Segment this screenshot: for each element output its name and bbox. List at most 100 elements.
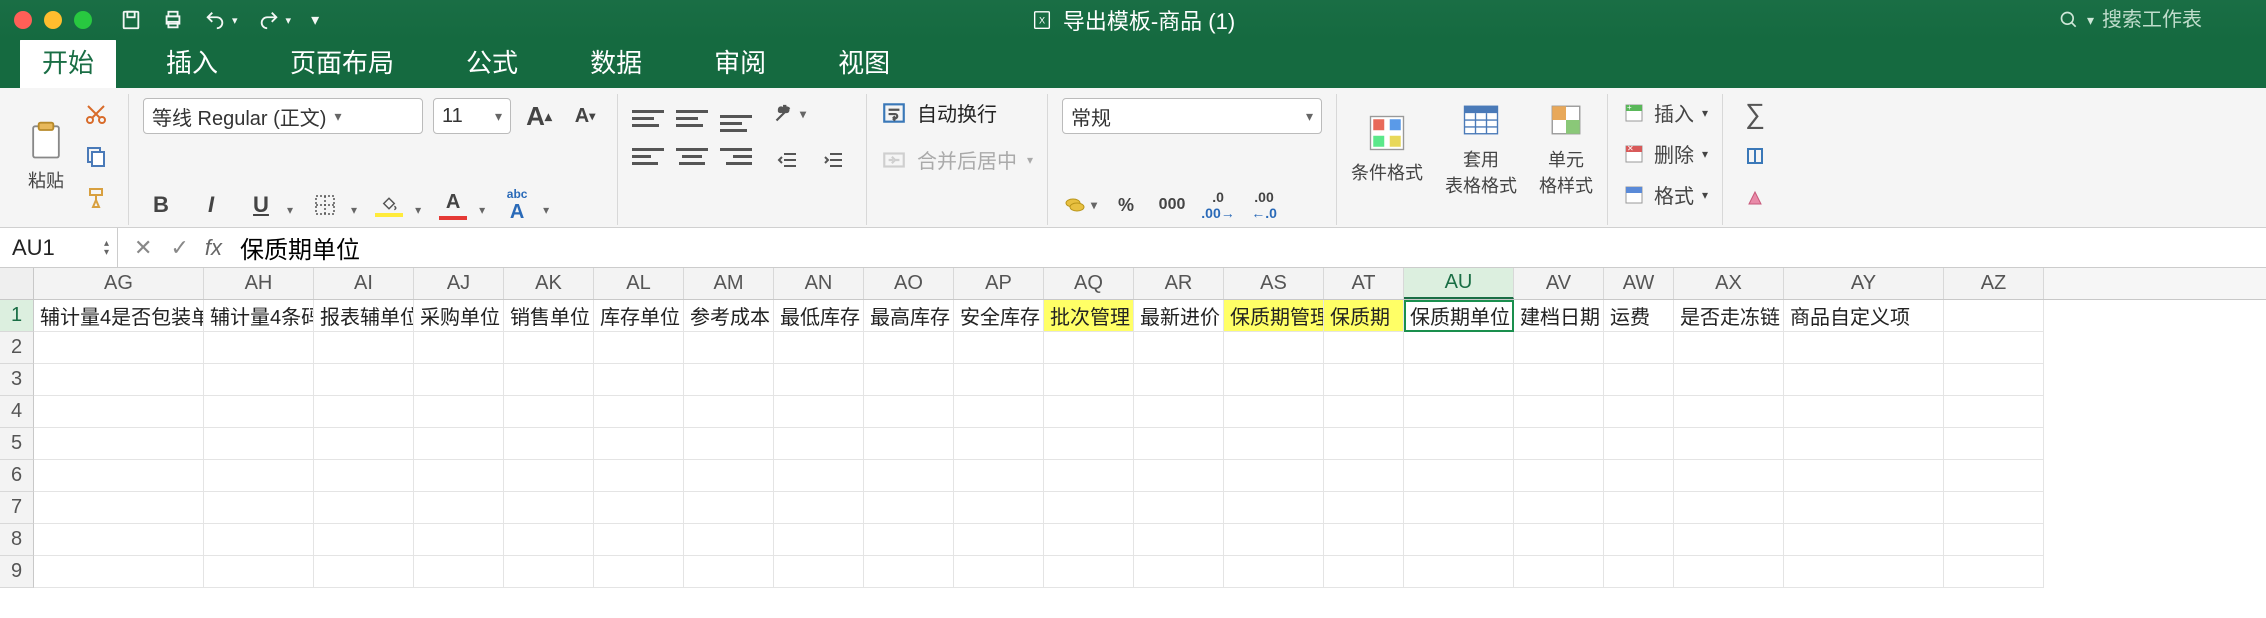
cell-AI6[interactable] [314, 460, 414, 492]
cell-AO2[interactable] [864, 332, 954, 364]
cell-AP1[interactable]: 安全库存 [954, 300, 1044, 332]
cell-AH8[interactable] [204, 524, 314, 556]
cell-AK3[interactable] [504, 364, 594, 396]
cell-AO7[interactable] [864, 492, 954, 524]
cell-AS6[interactable] [1224, 460, 1324, 492]
cell-AW8[interactable] [1604, 524, 1674, 556]
cell-AQ5[interactable] [1044, 428, 1134, 460]
cell-AZ1[interactable] [1944, 300, 2044, 332]
cell-AX9[interactable] [1674, 556, 1784, 588]
cell-AQ8[interactable] [1044, 524, 1134, 556]
fill-color-dropdown[interactable]: ▾ [415, 203, 421, 221]
cell-AJ1[interactable]: 采购单位 [414, 300, 504, 332]
cell-AY7[interactable] [1784, 492, 1944, 524]
border-button[interactable] [307, 189, 343, 221]
cell-AU8[interactable] [1404, 524, 1514, 556]
column-header-AG[interactable]: AG [34, 268, 204, 299]
name-box[interactable]: AU1 ▴▾ [0, 228, 118, 267]
cell-AL1[interactable]: 库存单位 [594, 300, 684, 332]
decrease-font-button[interactable]: A▾ [567, 100, 603, 132]
cell-AM1[interactable]: 参考成本 [684, 300, 774, 332]
cell-AG7[interactable] [34, 492, 204, 524]
cell-AU9[interactable] [1404, 556, 1514, 588]
column-header-AM[interactable]: AM [684, 268, 774, 299]
cell-AJ2[interactable] [414, 332, 504, 364]
cell-AL8[interactable] [594, 524, 684, 556]
cell-AP4[interactable] [954, 396, 1044, 428]
cell-AT2[interactable] [1324, 332, 1404, 364]
cell-AM9[interactable] [684, 556, 774, 588]
cut-button[interactable] [78, 98, 114, 130]
cell-AT6[interactable] [1324, 460, 1404, 492]
tab-view[interactable]: 视图 [816, 37, 912, 88]
row-header-7[interactable]: 7 [0, 492, 34, 524]
paste-button[interactable]: 粘贴 [24, 119, 68, 193]
cell-AR6[interactable] [1134, 460, 1224, 492]
tab-page-layout[interactable]: 页面布局 [268, 37, 416, 88]
copy-button[interactable] [78, 140, 114, 172]
tab-insert[interactable]: 插入 [144, 37, 240, 88]
cell-AV7[interactable] [1514, 492, 1604, 524]
cell-AX5[interactable] [1674, 428, 1784, 460]
undo-button[interactable]: ▾ [204, 9, 238, 31]
cell-AP5[interactable] [954, 428, 1044, 460]
cell-AN2[interactable] [774, 332, 864, 364]
maximize-window-button[interactable] [74, 11, 92, 29]
row-header-8[interactable]: 8 [0, 524, 34, 556]
autosum-button[interactable]: ∑ [1737, 98, 1773, 130]
cell-AV2[interactable] [1514, 332, 1604, 364]
column-header-AJ[interactable]: AJ [414, 268, 504, 299]
increase-indent-button[interactable] [816, 144, 852, 176]
cell-AY3[interactable] [1784, 364, 1944, 396]
cell-AT4[interactable] [1324, 396, 1404, 428]
close-window-button[interactable] [14, 11, 32, 29]
align-top-button[interactable] [632, 104, 664, 132]
cell-AH9[interactable] [204, 556, 314, 588]
cell-AN4[interactable] [774, 396, 864, 428]
cell-AX4[interactable] [1674, 396, 1784, 428]
cell-AR4[interactable] [1134, 396, 1224, 428]
cell-AY2[interactable] [1784, 332, 1944, 364]
cell-AG9[interactable] [34, 556, 204, 588]
cell-AU2[interactable] [1404, 332, 1514, 364]
cell-AX7[interactable] [1674, 492, 1784, 524]
cell-AK1[interactable]: 销售单位 [504, 300, 594, 332]
column-header-AW[interactable]: AW [1604, 268, 1674, 299]
row-header-2[interactable]: 2 [0, 332, 34, 364]
column-header-AN[interactable]: AN [774, 268, 864, 299]
cell-AO4[interactable] [864, 396, 954, 428]
cell-AM2[interactable] [684, 332, 774, 364]
format-cells-button[interactable]: 格式▾ [1622, 180, 1708, 209]
cell-AX2[interactable] [1674, 332, 1784, 364]
align-bottom-button[interactable] [720, 104, 752, 132]
tab-data[interactable]: 数据 [568, 37, 664, 88]
cell-AR5[interactable] [1134, 428, 1224, 460]
cell-AG4[interactable] [34, 396, 204, 428]
cell-AP9[interactable] [954, 556, 1044, 588]
cell-AK6[interactable] [504, 460, 594, 492]
cell-AN3[interactable] [774, 364, 864, 396]
search-input[interactable] [2102, 9, 2252, 32]
cell-AJ4[interactable] [414, 396, 504, 428]
cell-AW2[interactable] [1604, 332, 1674, 364]
cell-AU5[interactable] [1404, 428, 1514, 460]
save-icon[interactable] [120, 9, 142, 31]
comma-button[interactable]: 000 [1154, 189, 1190, 221]
cell-AS4[interactable] [1224, 396, 1324, 428]
align-middle-button[interactable] [676, 104, 708, 132]
cell-AL7[interactable] [594, 492, 684, 524]
column-header-AK[interactable]: AK [504, 268, 594, 299]
cell-AX8[interactable] [1674, 524, 1784, 556]
cell-AQ7[interactable] [1044, 492, 1134, 524]
column-header-AT[interactable]: AT [1324, 268, 1404, 299]
cell-AK8[interactable] [504, 524, 594, 556]
cell-AP2[interactable] [954, 332, 1044, 364]
row-header-9[interactable]: 9 [0, 556, 34, 588]
cell-AS8[interactable] [1224, 524, 1324, 556]
cell-AO8[interactable] [864, 524, 954, 556]
cell-AK9[interactable] [504, 556, 594, 588]
insert-cells-button[interactable]: +插入▾ [1622, 98, 1708, 127]
cell-AN5[interactable] [774, 428, 864, 460]
cell-AK7[interactable] [504, 492, 594, 524]
cell-AL6[interactable] [594, 460, 684, 492]
